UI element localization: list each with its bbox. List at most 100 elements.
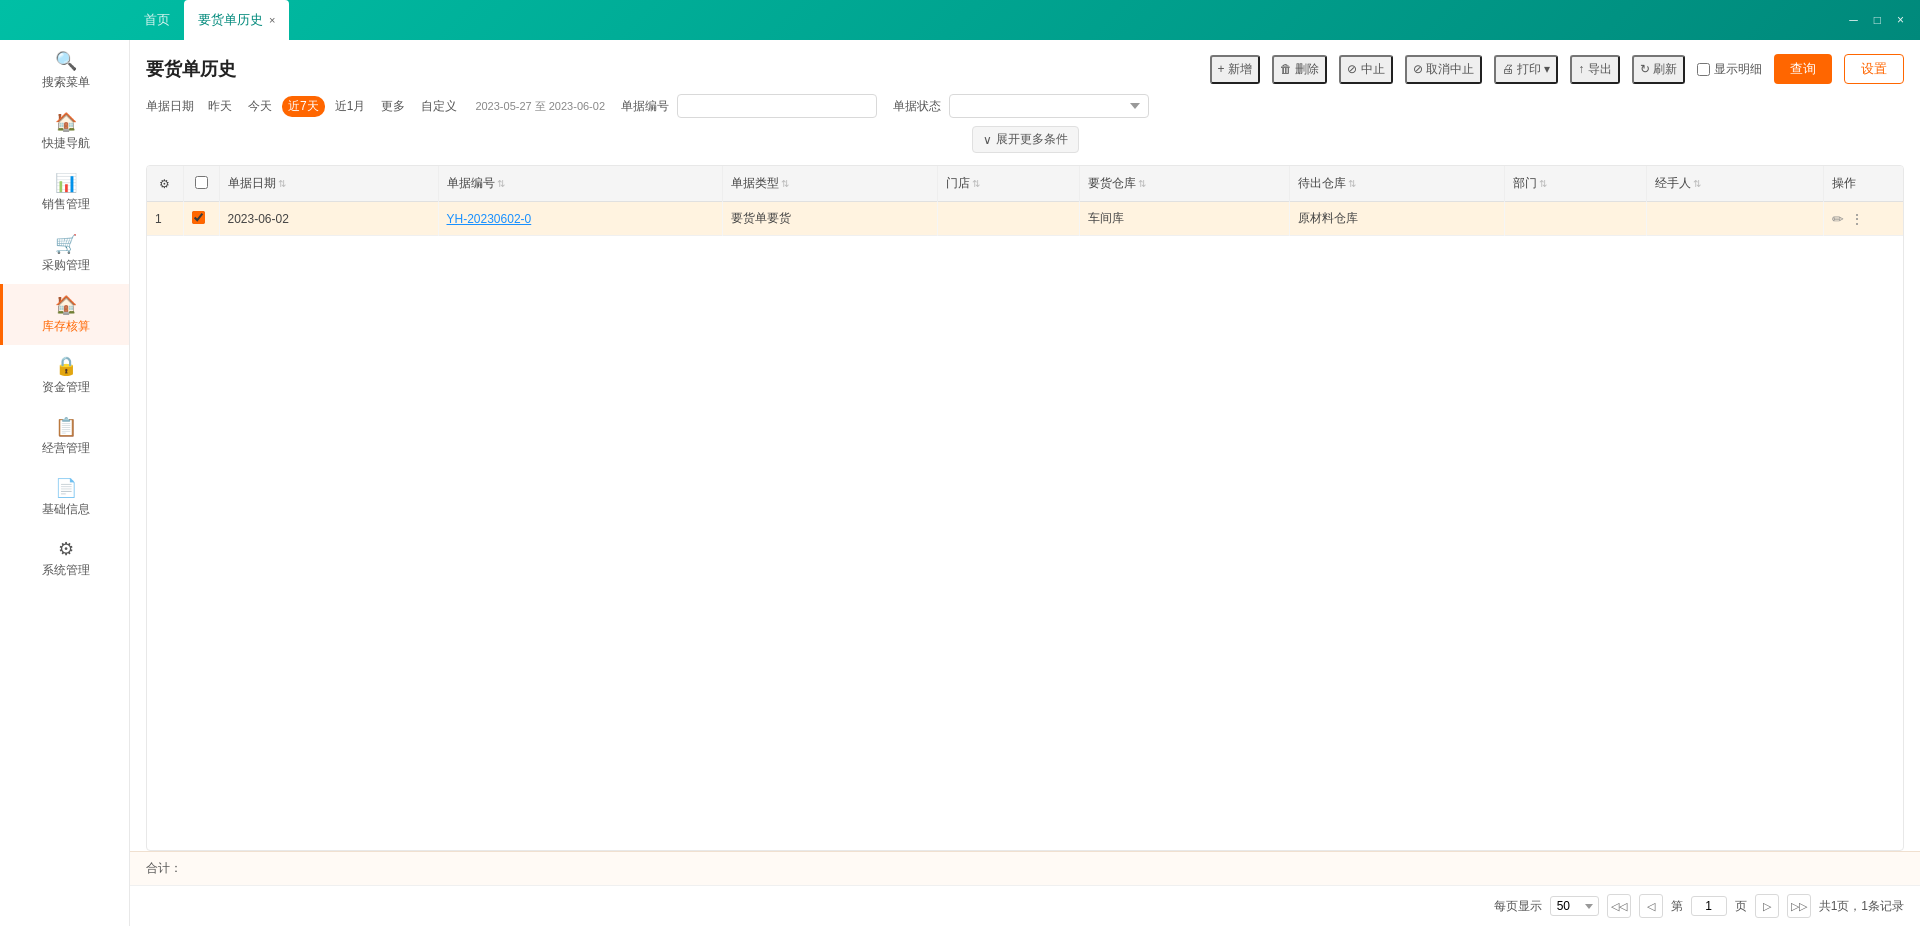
tab-home[interactable]: 首页	[130, 0, 184, 40]
finance-label: 资金管理	[42, 379, 90, 396]
col-header-handler[interactable]: 经手人⇅	[1647, 166, 1823, 202]
cell-index: 1	[147, 202, 183, 236]
date-filter-label: 单据日期	[146, 98, 194, 115]
status-filter-label: 单据状态	[893, 98, 941, 115]
cell-docType: 要货单要货	[722, 202, 937, 236]
table-container: ⚙ 单据日期⇅单据编号⇅单据类型⇅门店⇅要货仓库⇅待出仓库⇅部门⇅经手人⇅操作 1…	[146, 165, 1904, 851]
layout: 🔍 搜索菜单 🏠 快捷导航 📊 销售管理 🛒 采购管理 🏠 库存核算 🔒 资金管…	[0, 40, 1920, 926]
table-footer: 合计：	[130, 851, 1920, 885]
expand-icon: ∨	[983, 133, 992, 147]
sidebar-item-basic-info[interactable]: 📄 基础信息	[0, 467, 129, 528]
new-button[interactable]: + 新增	[1210, 55, 1260, 84]
date-tab-4[interactable]: 更多	[375, 96, 411, 117]
system-icon: ⚙	[58, 540, 74, 558]
operations-label: 经营管理	[42, 440, 90, 457]
export-button[interactable]: ↑ 导出	[1570, 55, 1619, 84]
display-detail-toggle[interactable]: 显示明细	[1697, 61, 1762, 78]
page-size-select[interactable]: 102050100	[1550, 896, 1599, 916]
last-page-button[interactable]: ▷▷	[1787, 894, 1811, 918]
refresh-button[interactable]: ↻ 刷新	[1632, 55, 1685, 84]
settings-button[interactable]: 设置	[1844, 54, 1904, 84]
sidebar-item-sales[interactable]: 📊 销售管理	[0, 162, 129, 223]
cell-department	[1504, 202, 1646, 236]
table-head: ⚙ 单据日期⇅单据编号⇅单据类型⇅门店⇅要货仓库⇅待出仓库⇅部门⇅经手人⇅操作	[147, 166, 1903, 202]
status-select[interactable]	[949, 94, 1149, 118]
sidebar-item-system[interactable]: ⚙ 系统管理	[0, 528, 129, 589]
date-tab-2[interactable]: 近7天	[282, 96, 325, 117]
display-detail-checkbox[interactable]	[1697, 63, 1710, 76]
print-dropdown-icon: ▾	[1544, 62, 1550, 76]
pagination-bar: 每页显示 102050100 ◁◁ ◁ 第 页 ▷ ▷▷ 共1页，1条记录	[130, 885, 1920, 926]
cell-handler	[1647, 202, 1823, 236]
col-header-store[interactable]: 门店⇅	[937, 166, 1079, 202]
sidebar-item-purchase[interactable]: 🛒 采购管理	[0, 223, 129, 284]
filter-area: 单据日期 昨天今天近7天近1月更多自定义 2023-05-27 至 2023-0…	[130, 84, 1920, 159]
tab-active[interactable]: 要货单历史 ×	[184, 0, 289, 40]
date-tab-5[interactable]: 自定义	[415, 96, 463, 117]
search-menu-icon: 🔍	[55, 52, 77, 70]
prev-page-button[interactable]: ◁	[1639, 894, 1663, 918]
date-tab-0[interactable]: 昨天	[202, 96, 238, 117]
doc-link-0[interactable]: YH-20230602-0	[447, 212, 532, 226]
date-tab-1[interactable]: 今天	[242, 96, 278, 117]
basic-info-label: 基础信息	[42, 501, 90, 518]
table-row: 12023-06-02YH-20230602-0要货单要货车间库原材料仓库✏⋮	[147, 202, 1903, 236]
cell-docNo[interactable]: YH-20230602-0	[438, 202, 722, 236]
col-header-department[interactable]: 部门⇅	[1504, 166, 1646, 202]
close-icon[interactable]: ×	[1897, 13, 1904, 27]
maximize-icon[interactable]: □	[1874, 13, 1881, 27]
query-button[interactable]: 查询	[1774, 54, 1832, 84]
date-range: 2023-05-27 至 2023-06-02	[475, 99, 605, 114]
stop-button[interactable]: ⊘ 中止	[1339, 55, 1392, 84]
date-tab-3[interactable]: 近1月	[329, 96, 372, 117]
row-checkbox-0[interactable]	[192, 211, 205, 224]
expand-more-button[interactable]: ∨ 展开更多条件	[972, 126, 1079, 153]
operations-icon: 📋	[55, 418, 77, 436]
window-controls: ─ □ ×	[1849, 13, 1920, 27]
sidebar-item-quick-nav[interactable]: 🏠 快捷导航	[0, 101, 129, 162]
col-header-reqWarehouse[interactable]: 要货仓库⇅	[1080, 166, 1290, 202]
toolbar: + 新增 🗑 删除 ⊘ 中止 ⊘ 取消中止 🖨 打印 ▾ ↑ 导出	[1210, 54, 1904, 84]
col-header-pendingWarehouse[interactable]: 待出仓库⇅	[1289, 166, 1504, 202]
minimize-icon[interactable]: ─	[1849, 13, 1858, 27]
sales-icon: 📊	[55, 174, 77, 192]
action-more-0[interactable]: ⋮	[1850, 211, 1864, 227]
cancel-stop-button[interactable]: ⊘ 取消中止	[1405, 55, 1482, 84]
next-page-button[interactable]: ▷	[1755, 894, 1779, 918]
delete-button[interactable]: 🗑 删除	[1272, 55, 1327, 84]
cell-pendingWarehouse: 原材料仓库	[1289, 202, 1504, 236]
finance-icon: 🔒	[55, 357, 77, 375]
docno-input[interactable]	[677, 94, 877, 118]
action-edit-0[interactable]: ✏	[1832, 211, 1844, 227]
sidebar-item-operations[interactable]: 📋 经营管理	[0, 406, 129, 467]
system-label: 系统管理	[42, 562, 90, 579]
sidebar-item-inventory[interactable]: 🏠 库存核算	[0, 284, 129, 345]
table-header-row: ⚙ 单据日期⇅单据编号⇅单据类型⇅门店⇅要货仓库⇅待出仓库⇅部门⇅经手人⇅操作	[147, 166, 1903, 202]
main-content: 要货单历史 + 新增 🗑 删除 ⊘ 中止 ⊘ 取消中止 🖨 打印 ▾	[130, 40, 1920, 926]
sales-label: 销售管理	[42, 196, 90, 213]
cell-checkbox[interactable]	[183, 202, 219, 236]
col-header-checkbox	[183, 166, 219, 202]
purchase-icon: 🛒	[55, 235, 77, 253]
print-button[interactable]: 🖨 打印 ▾	[1494, 55, 1558, 84]
cell-store	[937, 202, 1079, 236]
date-filter-group: 单据日期 昨天今天近7天近1月更多自定义 2023-05-27 至 2023-0…	[146, 96, 605, 117]
first-page-button[interactable]: ◁◁	[1607, 894, 1631, 918]
col-header-docType[interactable]: 单据类型⇅	[722, 166, 937, 202]
col-header-settings: ⚙	[147, 166, 183, 202]
status-filter-group: 单据状态	[893, 94, 1149, 118]
page-input[interactable]	[1691, 896, 1727, 916]
tab-close-icon[interactable]: ×	[269, 14, 275, 26]
col-header-action: 操作	[1823, 166, 1903, 202]
docno-filter-label: 单据编号	[621, 98, 669, 115]
top-bar: 首页 要货单历史 × ─ □ ×	[0, 0, 1920, 40]
col-settings-icon[interactable]: ⚙	[159, 177, 170, 191]
sidebar-item-search-menu[interactable]: 🔍 搜索菜单	[0, 40, 129, 101]
basic-info-icon: 📄	[55, 479, 77, 497]
col-header-docNo[interactable]: 单据编号⇅	[438, 166, 722, 202]
select-all-checkbox[interactable]	[195, 176, 208, 189]
sidebar-item-finance[interactable]: 🔒 资金管理	[0, 345, 129, 406]
cell-action[interactable]: ✏⋮	[1823, 202, 1903, 236]
date-tabs: 昨天今天近7天近1月更多自定义	[202, 96, 463, 117]
col-header-docDate[interactable]: 单据日期⇅	[219, 166, 438, 202]
